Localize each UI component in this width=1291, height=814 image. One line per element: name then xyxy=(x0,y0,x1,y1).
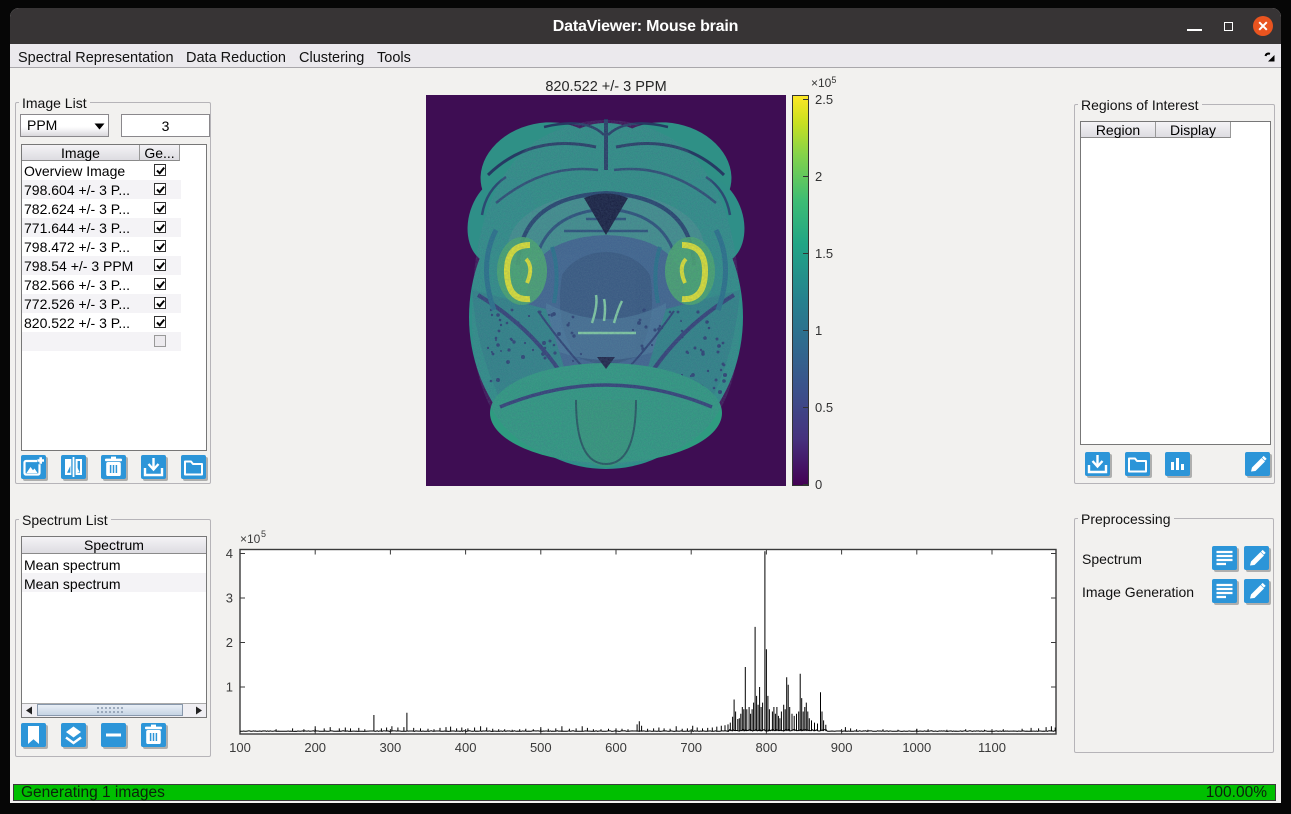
svg-text:700: 700 xyxy=(680,740,702,755)
svg-text:400: 400 xyxy=(455,740,477,755)
svg-text:900: 900 xyxy=(831,740,853,755)
svg-text:3: 3 xyxy=(226,591,233,606)
svg-text:1000: 1000 xyxy=(902,740,931,755)
svg-text:300: 300 xyxy=(380,740,402,755)
svg-text:600: 600 xyxy=(605,740,627,755)
svg-text:1100: 1100 xyxy=(978,740,1006,755)
svg-text:500: 500 xyxy=(530,740,552,755)
svg-text:2: 2 xyxy=(226,635,233,650)
svg-text:800: 800 xyxy=(756,740,778,755)
svg-text:1: 1 xyxy=(226,680,233,695)
svg-text:×10: ×10 xyxy=(240,532,261,546)
svg-text:5: 5 xyxy=(261,529,266,539)
svg-text:200: 200 xyxy=(304,740,326,755)
svg-text:4: 4 xyxy=(226,546,233,561)
svg-text:100: 100 xyxy=(229,740,251,755)
